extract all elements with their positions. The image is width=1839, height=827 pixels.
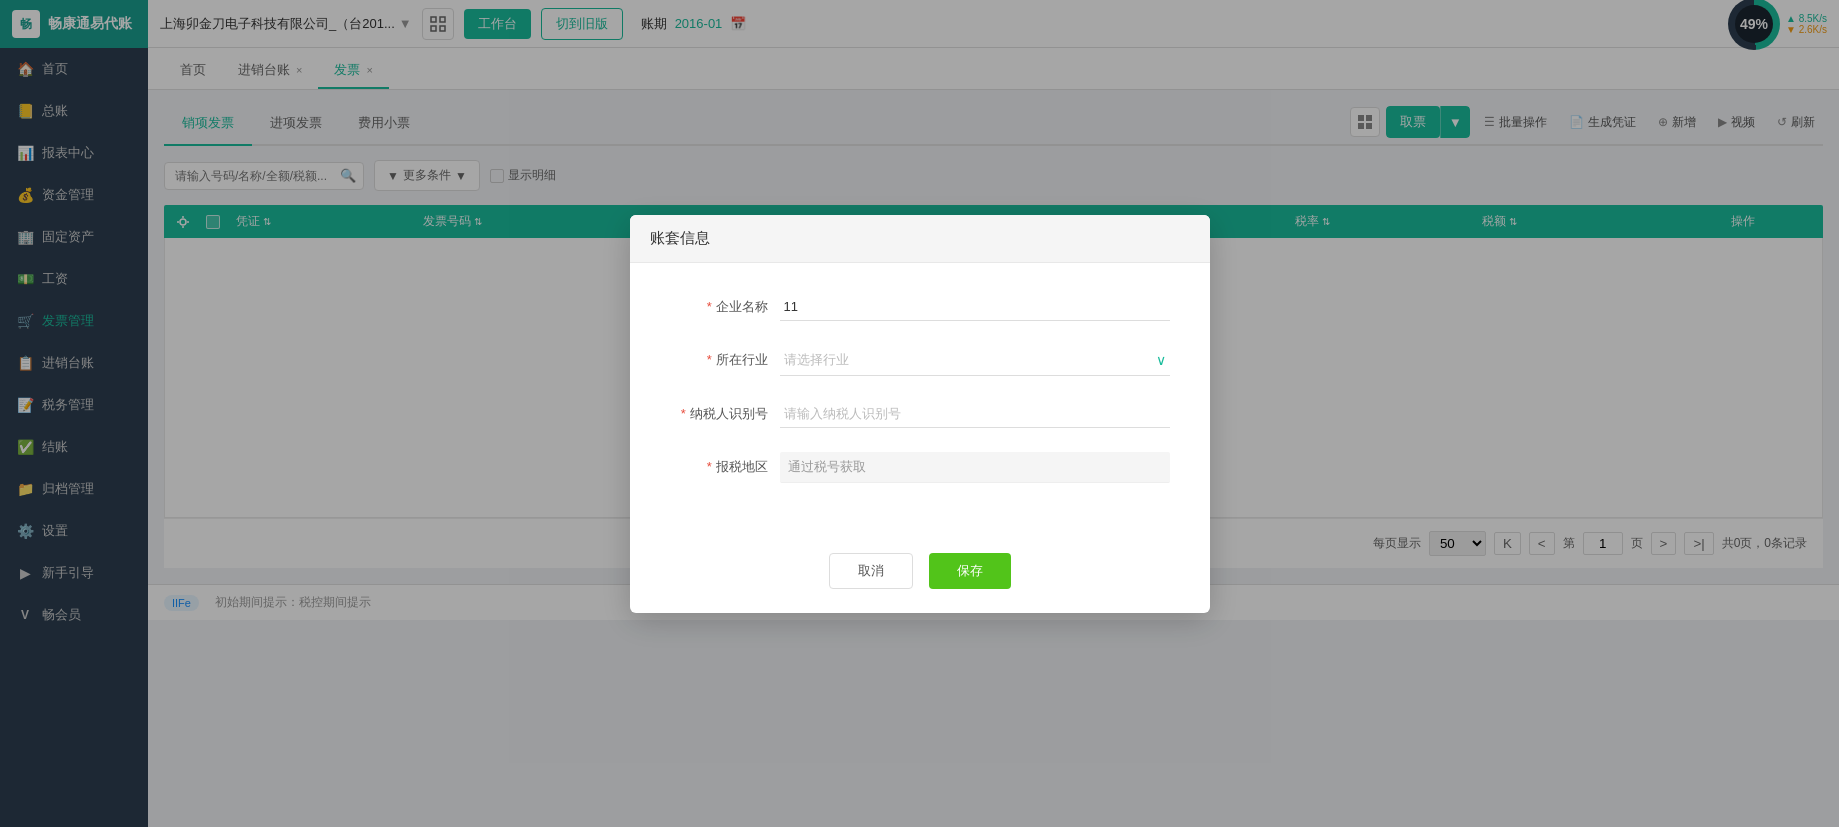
form-row-tax-region: * 报税地区 通过税号获取	[670, 452, 1170, 483]
modal-title: 账套信息	[650, 229, 710, 246]
required-star-region: *	[707, 459, 712, 474]
required-star: *	[707, 299, 712, 314]
tax-region-display: 通过税号获取	[780, 452, 1170, 483]
form-row-company: * 企业名称	[670, 293, 1170, 321]
tax-id-label: * 纳税人识别号	[670, 405, 780, 423]
industry-label: * 所在行业	[670, 351, 780, 369]
industry-dropdown-icon: ∨	[1156, 352, 1166, 368]
required-star-industry: *	[707, 352, 712, 367]
save-button[interactable]: 保存	[929, 553, 1011, 589]
tax-region-label: * 报税地区	[670, 458, 780, 476]
account-info-modal: 账套信息 * 企业名称 * 所在行业 请选择行业 ∨	[630, 215, 1210, 613]
modal-header: 账套信息	[630, 215, 1210, 263]
modal-body: * 企业名称 * 所在行业 请选择行业 ∨ *	[630, 263, 1210, 537]
tax-id-input[interactable]	[780, 400, 1170, 428]
form-row-tax-id: * 纳税人识别号	[670, 400, 1170, 428]
industry-select[interactable]: 请选择行业 ∨	[780, 345, 1170, 376]
form-row-industry: * 所在行业 请选择行业 ∨	[670, 345, 1170, 376]
required-star-tax: *	[681, 406, 686, 421]
cancel-button[interactable]: 取消	[829, 553, 913, 589]
company-name-label: * 企业名称	[670, 298, 780, 316]
industry-placeholder: 请选择行业	[784, 351, 849, 369]
modal-overlay[interactable]: 账套信息 * 企业名称 * 所在行业 请选择行业 ∨	[0, 0, 1839, 827]
company-name-input[interactable]	[780, 293, 1170, 321]
modal-footer: 取消 保存	[630, 537, 1210, 613]
